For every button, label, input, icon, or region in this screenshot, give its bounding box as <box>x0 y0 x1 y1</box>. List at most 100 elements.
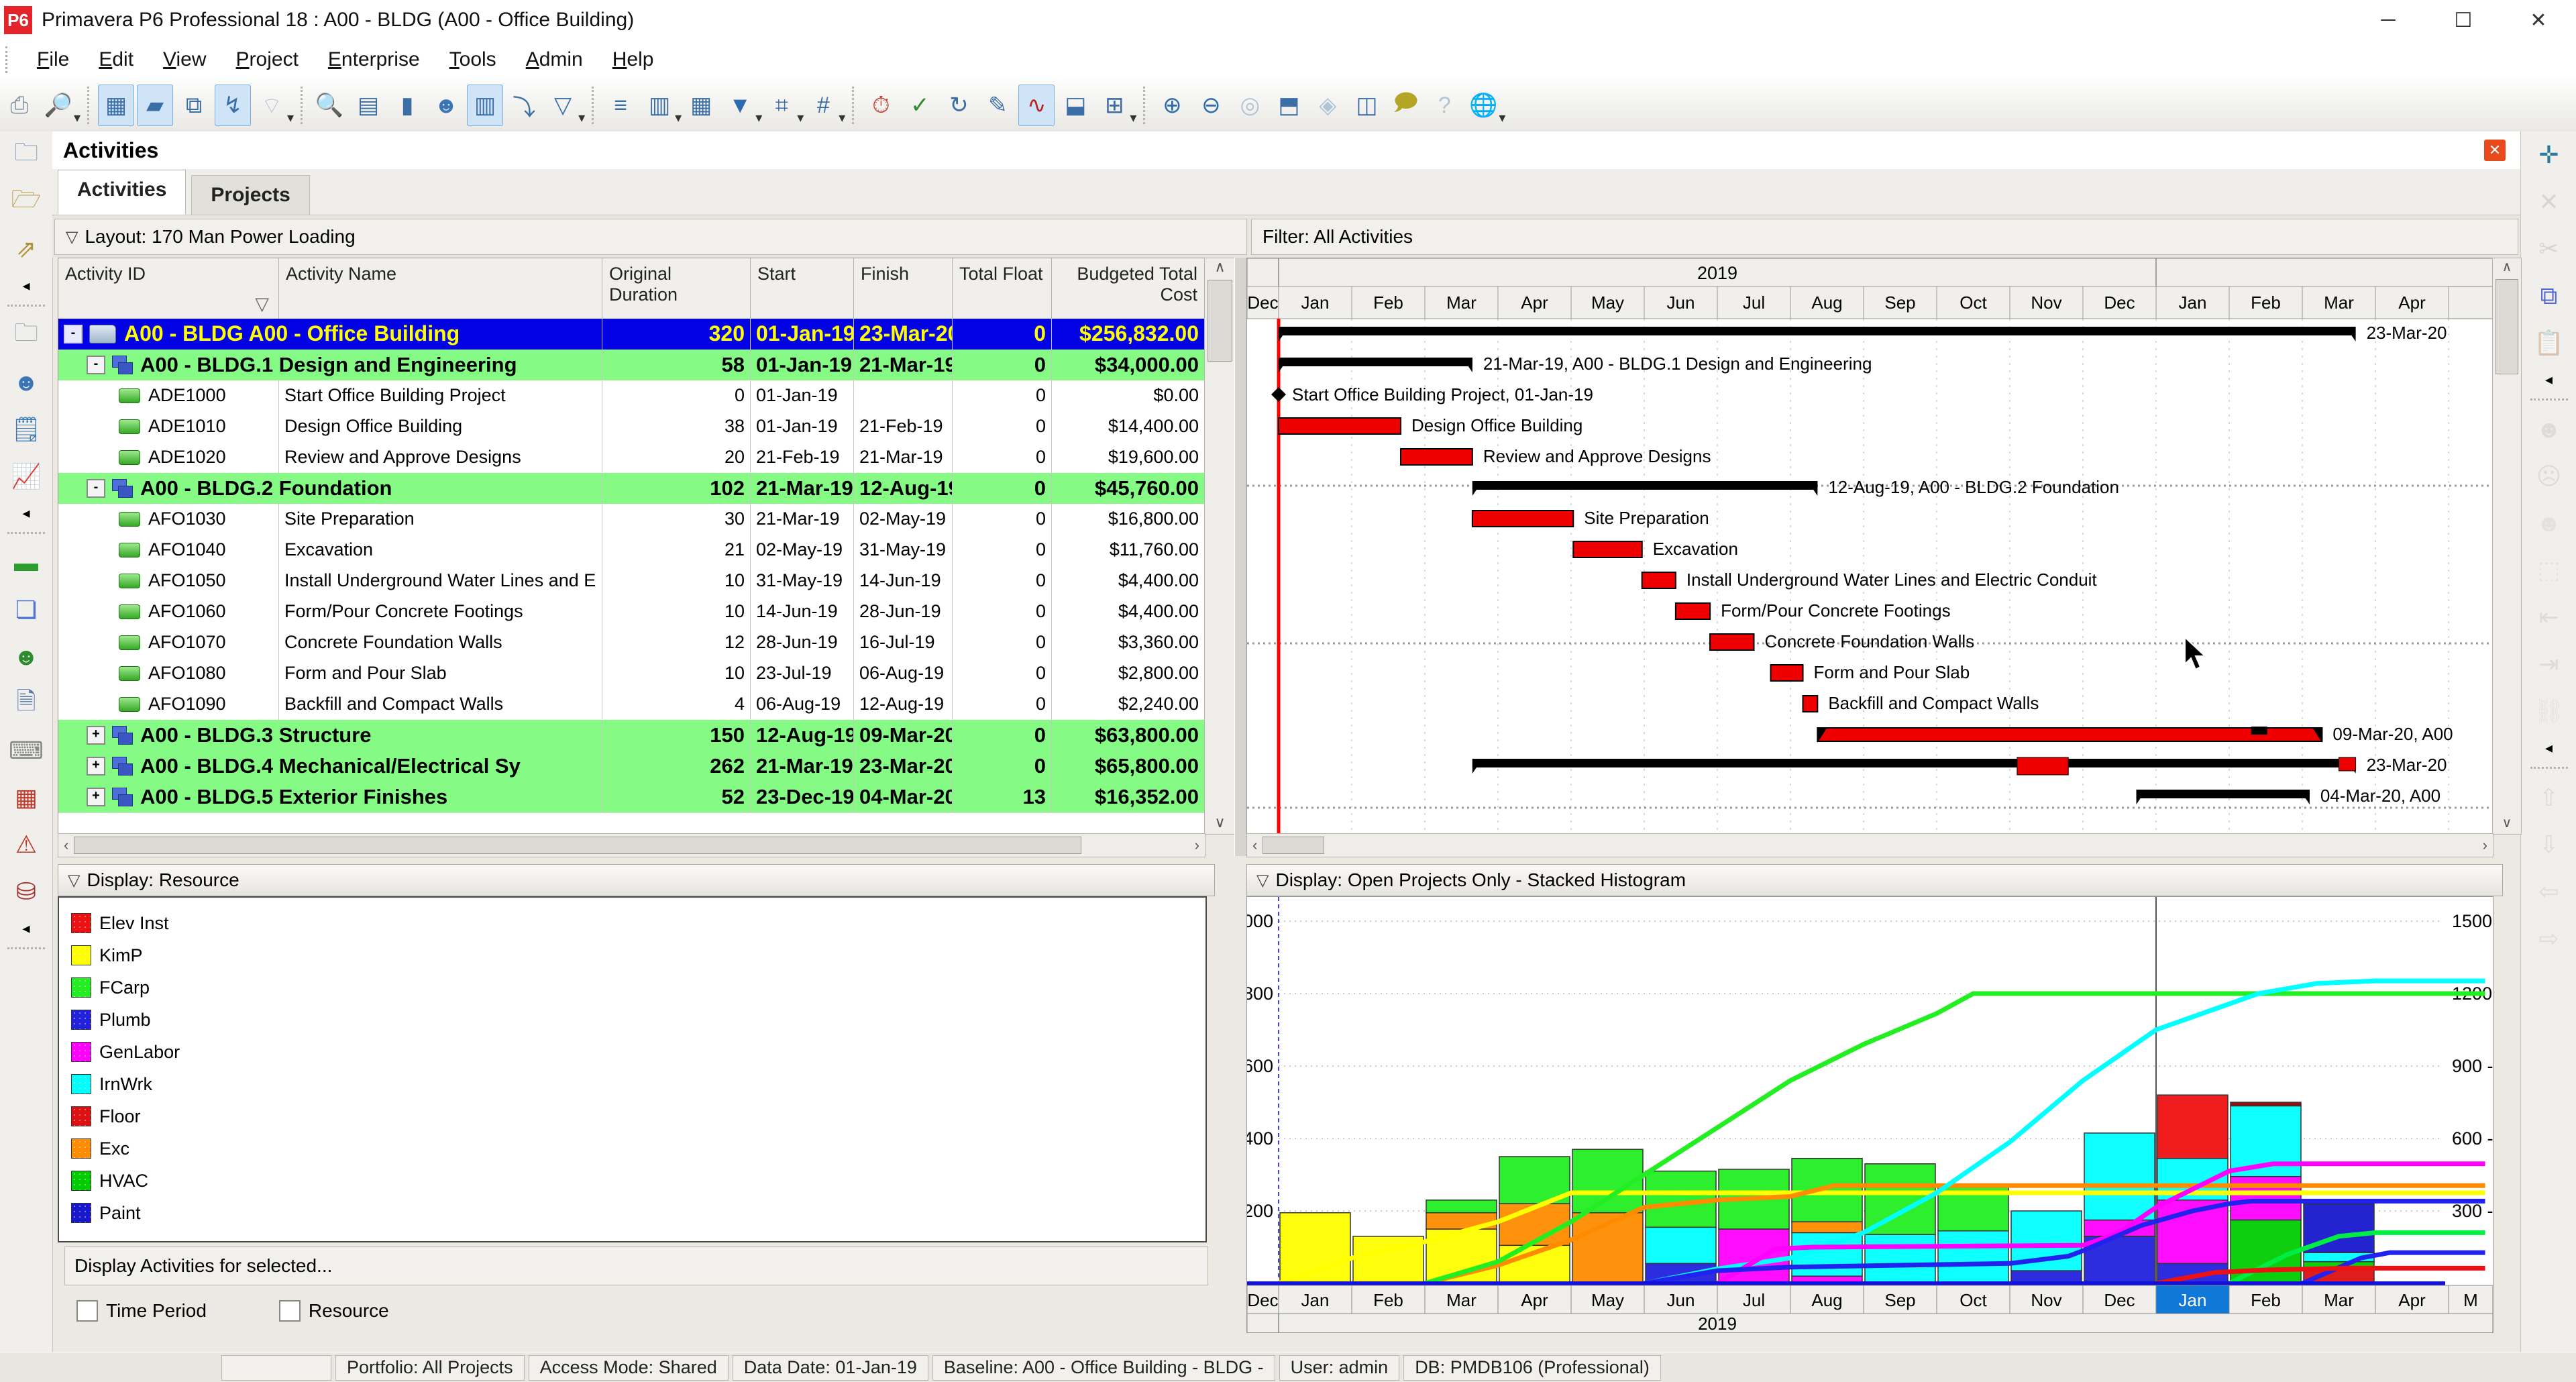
histogram-bar-segment[interactable] <box>2084 1132 2155 1221</box>
tracking-icon[interactable]: 📈 <box>7 458 45 495</box>
store-period-icon[interactable]: ⬓ <box>1057 85 1093 126</box>
move-up-icon[interactable]: ⇧ <box>2530 779 2568 816</box>
column-header-activity-id[interactable]: Activity ID ▽ <box>58 258 279 319</box>
histogram-bar-segment[interactable] <box>2230 1175 2302 1221</box>
table-font-icon[interactable]: ▦ <box>683 85 719 126</box>
move-right-icon[interactable]: ⇨ <box>2530 920 2568 957</box>
display-activities-bar[interactable]: Display Activities for selected... <box>64 1246 1208 1285</box>
dropdown-caret-icon[interactable]: ▾ <box>675 109 682 131</box>
assignments-icon[interactable]: ☻ <box>7 638 45 676</box>
maximize-button[interactable]: ☐ <box>2426 1 2501 40</box>
resource-display-header[interactable]: ▽ Display: Resource <box>58 864 1215 896</box>
histogram-bar-segment[interactable] <box>1791 1157 1863 1222</box>
menu-item-enterprise[interactable]: Enterprise <box>313 43 435 76</box>
summarize-icon[interactable]: ⊞ <box>1096 85 1132 126</box>
legend-item[interactable]: IrnWrk <box>71 1068 1205 1100</box>
filter-bar[interactable]: Filter: All Activities <box>1251 219 2518 255</box>
gantt-vertical-scrollbar[interactable]: ∧ ∨ <box>2492 258 2522 835</box>
assign-role-icon[interactable]: ☻ <box>2530 504 2568 542</box>
table-row[interactable]: - A00 - BLDG.2 Foundation 102 21-Mar-19 12-A… <box>58 472 1205 504</box>
table-row[interactable]: ADE1010 Design Office Building 38 01-Jan-19… <box>58 411 1205 443</box>
table-row[interactable]: AFO1060 Form/Pour Concrete Footings 10 14-J… <box>58 596 1205 628</box>
gantt-bar[interactable]: 12-Aug-19, A00 - BLDG.2 Foundation <box>1472 477 2119 497</box>
table-row[interactable]: AFO1080 Form and Pour Slab 10 23-Jul-19 06-A… <box>58 657 1205 690</box>
minimize-button[interactable]: ─ <box>2351 1 2426 40</box>
collapse-icon[interactable]: - <box>87 355 105 374</box>
link-activities-icon[interactable]: ⛓ <box>2530 692 2568 730</box>
gantt-bar[interactable]: Design Office Building <box>1278 415 1582 435</box>
table-row[interactable]: + A00 - BLDG.3 Structure 150 12-Aug-19 09-Ma… <box>58 719 1205 751</box>
menu-item-view[interactable]: View <box>148 43 221 76</box>
legend-item[interactable]: Exc <box>71 1132 1205 1165</box>
table-row[interactable]: AFO1040 Excavation 21 02-May-19 31-May-19 0 $1… <box>58 534 1205 566</box>
checkbox-resource[interactable] <box>278 1300 301 1322</box>
histogram-bar-segment[interactable] <box>1937 1230 2009 1284</box>
collapse-arrow-icon[interactable]: ◂ <box>2530 739 2568 757</box>
delete-icon[interactable]: ✕ <box>2530 183 2568 221</box>
new-project-icon[interactable]: 🗀 <box>7 136 45 174</box>
layout-options-bar[interactable]: ▽ Layout: 170 Man Power Loading <box>54 219 1247 255</box>
gantt-bar[interactable]: Concrete Foundation Walls <box>1709 631 1974 651</box>
apply-actuals-icon[interactable]: ✓ <box>902 85 938 126</box>
gantt-bar[interactable]: 23-Mar-20 <box>1279 323 2447 343</box>
gantt-bar[interactable]: Install Underground Water Lines and Elec… <box>1641 570 2098 590</box>
dropdown-caret-icon[interactable]: ▾ <box>755 109 762 131</box>
find-icon[interactable]: 🔍 <box>311 85 347 126</box>
open-project-icon[interactable]: 🗁 <box>7 183 45 221</box>
histogram-bar-segment[interactable] <box>2157 1094 2229 1159</box>
rollup-icon[interactable]: ⤵ <box>506 85 542 126</box>
column-header-start[interactable]: Start <box>751 258 854 319</box>
histogram-bar-segment[interactable] <box>1645 1226 1717 1265</box>
menu-item-help[interactable]: Help <box>598 43 669 76</box>
legend-item[interactable]: GenLabor <box>71 1036 1205 1068</box>
histogram-display-header[interactable]: ▽ Display: Open Projects Only - Stacked H… <box>1246 864 2503 896</box>
gantt-bar[interactable]: Start Office Building Project, 01-Jan-19 <box>1271 384 1593 405</box>
resource-usage-icon[interactable]: ▥ <box>467 85 504 126</box>
tab-projects[interactable]: Projects <box>191 175 310 215</box>
expand-icon[interactable]: + <box>87 787 105 806</box>
number-icon[interactable]: # <box>805 85 841 126</box>
table-row[interactable]: - A00 - BLDG.1 Design and Engineering 58 01… <box>58 349 1205 381</box>
dropdown-caret-icon[interactable]: ▾ <box>797 109 804 131</box>
legend-item[interactable]: Floor <box>71 1100 1205 1132</box>
split-horizontal-icon[interactable]: ⬒ <box>1271 85 1307 126</box>
dropdown-caret-icon[interactable]: ▾ <box>839 109 845 131</box>
checkbox-time-period[interactable] <box>76 1300 98 1322</box>
level-resources-icon[interactable]: ∿ <box>1018 85 1055 126</box>
print-icon[interactable]: ⎙ <box>1 85 38 126</box>
resources-icon[interactable]: ☻ <box>7 364 45 401</box>
column-header-budgeted-total-cost[interactable]: Budgeted Total Cost <box>1052 258 1205 319</box>
import-export-icon[interactable]: ⇗ <box>7 230 45 268</box>
remove-resource-icon[interactable]: ☹ <box>2530 458 2568 495</box>
column-header-total-float[interactable]: Total Float <box>953 258 1052 319</box>
table-row[interactable]: - A00 - BLDG A00 - Office Building 320 01-J… <box>58 318 1205 350</box>
assign-code-icon[interactable]: ⬚ <box>2530 551 2568 589</box>
gantt-chart-icon[interactable]: ▰ <box>137 85 174 126</box>
update-progress-icon[interactable]: ↻ <box>941 85 977 126</box>
legend-item[interactable]: FCarp <box>71 971 1205 1004</box>
expand-icon[interactable]: + <box>87 756 105 776</box>
notes-icon[interactable]: 🗩 <box>1387 85 1424 126</box>
add-icon[interactable]: ✛ <box>2530 136 2568 174</box>
period-grid-icon[interactable]: ▽ <box>545 85 581 126</box>
paste-icon[interactable]: 📋 <box>2530 324 2568 362</box>
collapse-arrow-icon[interactable]: ◂ <box>7 504 45 522</box>
collapse-icon[interactable]: - <box>64 324 83 343</box>
table-row[interactable]: ADE1020 Review and Approve Designs 20 21-Fe… <box>58 441 1205 474</box>
table-gantt-splitter[interactable] <box>1234 258 1248 856</box>
column-header-activity-name[interactable]: Activity Name <box>279 258 602 319</box>
collapse-arrow-icon[interactable]: ◂ <box>7 920 45 937</box>
usage-profile-icon[interactable]: ▮ <box>389 85 425 126</box>
histogram-bar-segment[interactable] <box>1864 1234 1936 1284</box>
collapse-arrow-icon[interactable]: ◂ <box>2530 371 2568 388</box>
table-row[interactable]: + A00 - BLDG.5 Exterior Finishes 52 23-Dec-… <box>58 781 1205 813</box>
online-help-icon[interactable]: 🌐 <box>1465 85 1501 126</box>
assign-resource-icon[interactable]: ☻ <box>2530 411 2568 448</box>
gantt-horizontal-scrollbar[interactable]: ‹ › <box>1246 833 2493 857</box>
menu-item-file[interactable]: File <box>22 43 84 76</box>
move-down-icon[interactable]: ⇩ <box>2530 826 2568 863</box>
table-row[interactable]: AFO1090 Backfill and Compact Walls 4 06-Aug… <box>58 688 1205 721</box>
wbs-icon[interactable]: ❏ <box>7 591 45 629</box>
reports-icon[interactable]: 🗒 <box>7 411 45 448</box>
table-vertical-scrollbar[interactable]: ∧ ∨ <box>1204 258 1236 835</box>
